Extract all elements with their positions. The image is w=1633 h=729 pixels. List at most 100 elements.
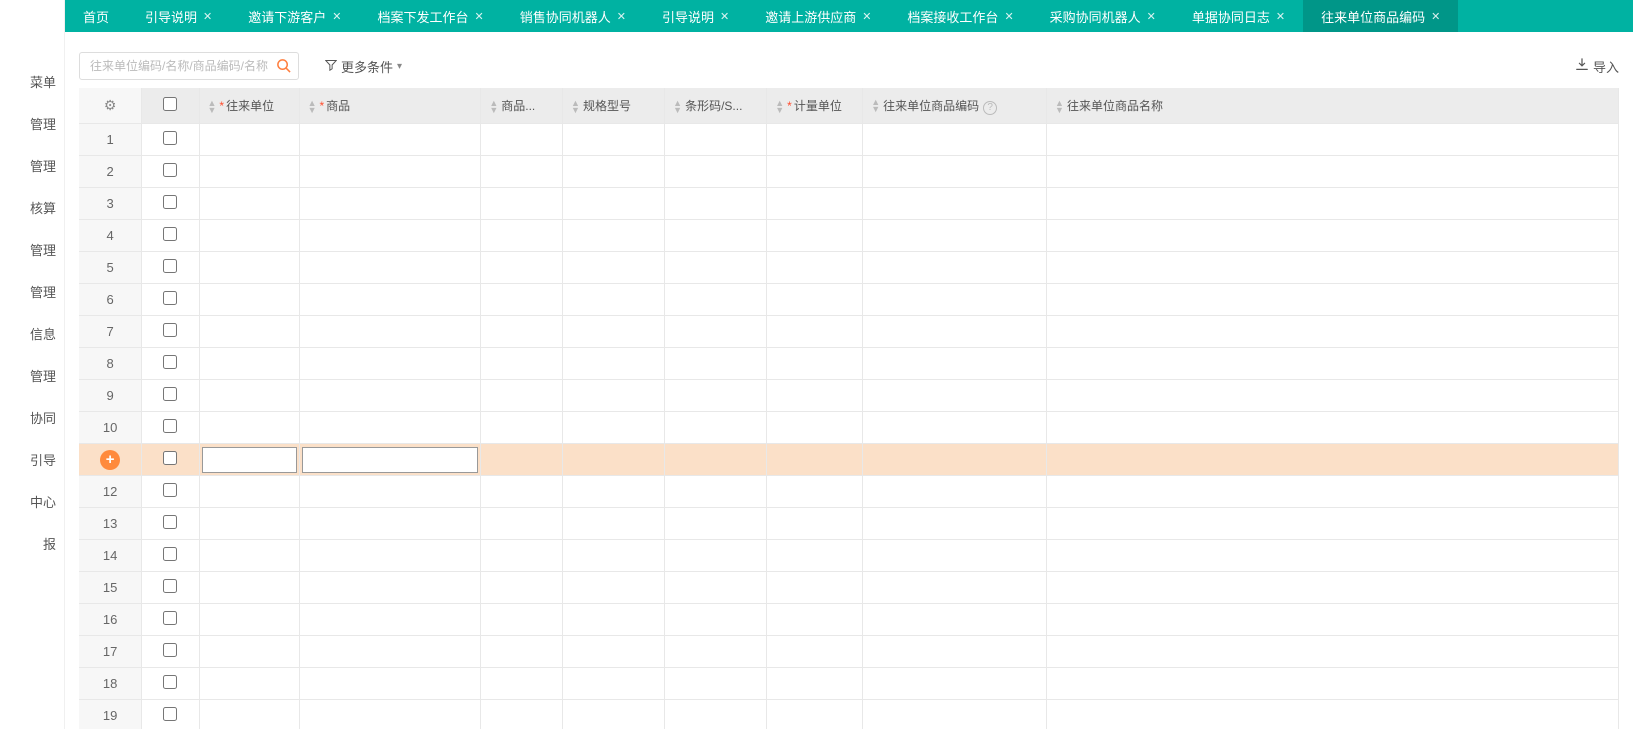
cell-spec[interactable] — [563, 124, 665, 156]
table-row[interactable]: 17 — [79, 636, 1619, 668]
cell-barcode[interactable] — [665, 668, 767, 700]
cell-barcode[interactable] — [665, 444, 767, 476]
cell-unit[interactable] — [767, 188, 863, 220]
cell-code[interactable] — [863, 668, 1047, 700]
cell-barcode[interactable] — [665, 124, 767, 156]
tab-close-icon[interactable]: ✕ — [475, 10, 484, 23]
cell-corp[interactable] — [200, 444, 300, 476]
cell-gear[interactable]: 12 — [79, 476, 142, 508]
row-checkbox[interactable] — [163, 451, 177, 465]
cell-prod[interactable] — [300, 380, 482, 412]
cell-barcode[interactable] — [665, 508, 767, 540]
cell-chk[interactable] — [142, 444, 199, 476]
cell-corp[interactable] — [200, 188, 300, 220]
cell-corp[interactable] — [200, 572, 300, 604]
cell-code[interactable] — [863, 316, 1047, 348]
cell-pextra[interactable] — [481, 412, 563, 444]
cell-unit[interactable] — [767, 252, 863, 284]
cell-prod[interactable] — [300, 252, 482, 284]
tab-close-icon[interactable]: ✕ — [862, 10, 871, 23]
select-all-checkbox[interactable] — [163, 97, 177, 111]
cell-unit[interactable] — [767, 476, 863, 508]
cell-code[interactable] — [863, 476, 1047, 508]
cell-name[interactable] — [1047, 700, 1619, 729]
cell-name[interactable] — [1047, 188, 1619, 220]
cell-spec[interactable] — [563, 572, 665, 604]
tab-close-icon[interactable]: ✕ — [203, 10, 212, 23]
cell-corp[interactable] — [200, 636, 300, 668]
cell-gear[interactable]: 18 — [79, 668, 142, 700]
cell-barcode[interactable] — [665, 220, 767, 252]
cell-barcode[interactable] — [665, 700, 767, 729]
cell-gear[interactable]: 17 — [79, 636, 142, 668]
cell-prod[interactable] — [300, 124, 482, 156]
row-checkbox[interactable] — [163, 355, 177, 369]
table-row[interactable]: 12 — [79, 476, 1619, 508]
row-checkbox[interactable] — [163, 483, 177, 497]
cell-code[interactable] — [863, 284, 1047, 316]
cell-spec[interactable] — [563, 476, 665, 508]
cell-corp[interactable] — [200, 412, 300, 444]
cell-gear[interactable]: 4 — [79, 220, 142, 252]
sidebar-item-0[interactable]: 菜单 — [0, 60, 64, 102]
sidebar-item-3[interactable]: 核算 — [0, 186, 64, 228]
cell-prod[interactable] — [300, 668, 482, 700]
cell-unit[interactable] — [767, 124, 863, 156]
cell-barcode[interactable] — [665, 156, 767, 188]
cell-corp[interactable] — [200, 316, 300, 348]
cell-name[interactable] — [1047, 156, 1619, 188]
sidebar-item-9[interactable]: 引导 — [0, 438, 64, 480]
cell-chk[interactable] — [142, 508, 199, 540]
cell-corp[interactable] — [200, 284, 300, 316]
cell-gear[interactable]: 9 — [79, 380, 142, 412]
cell-pextra[interactable] — [481, 156, 563, 188]
cell-code[interactable] — [863, 124, 1047, 156]
cell-chk[interactable] — [142, 412, 199, 444]
cell-chk[interactable] — [142, 380, 199, 412]
cell-prod[interactable] — [300, 604, 482, 636]
cell-chk[interactable] — [142, 156, 199, 188]
cell-barcode[interactable] — [665, 188, 767, 220]
cell-barcode[interactable] — [665, 636, 767, 668]
table-row[interactable]: 6 — [79, 284, 1619, 316]
cell-pextra[interactable] — [481, 284, 563, 316]
cell-code[interactable] — [863, 156, 1047, 188]
row-checkbox[interactable] — [163, 675, 177, 689]
cell-unit[interactable] — [767, 316, 863, 348]
cell-name[interactable] — [1047, 348, 1619, 380]
cell-pextra[interactable] — [481, 668, 563, 700]
cell-gear[interactable]: 19 — [79, 700, 142, 729]
cell-code[interactable] — [863, 700, 1047, 729]
cell-pextra[interactable] — [481, 572, 563, 604]
cell-code[interactable] — [863, 380, 1047, 412]
cell-corp[interactable] — [200, 348, 300, 380]
cell-code[interactable] — [863, 508, 1047, 540]
col-spec[interactable]: ▲▼规格型号 — [563, 88, 665, 124]
cell-name[interactable] — [1047, 572, 1619, 604]
cell-spec[interactable] — [563, 380, 665, 412]
cell-barcode[interactable] — [665, 412, 767, 444]
tab-close-icon[interactable]: ✕ — [1004, 10, 1013, 23]
row-checkbox[interactable] — [163, 419, 177, 433]
cell-unit[interactable] — [767, 348, 863, 380]
table-row[interactable]: 3 — [79, 188, 1619, 220]
cell-gear[interactable]: 7 — [79, 316, 142, 348]
cell-pextra[interactable] — [481, 700, 563, 729]
cell-pextra[interactable] — [481, 508, 563, 540]
cell-gear[interactable]: 6 — [79, 284, 142, 316]
cell-pextra[interactable] — [481, 604, 563, 636]
cell-barcode[interactable] — [665, 348, 767, 380]
row-checkbox[interactable] — [163, 547, 177, 561]
row-checkbox[interactable] — [163, 515, 177, 529]
cell-name[interactable] — [1047, 604, 1619, 636]
tab-2[interactable]: 邀请下游客户✕ — [230, 0, 359, 32]
row-checkbox[interactable] — [163, 131, 177, 145]
table-row[interactable]: 16 — [79, 604, 1619, 636]
cell-name[interactable] — [1047, 316, 1619, 348]
cell-prod[interactable] — [300, 348, 482, 380]
row-checkbox[interactable] — [163, 259, 177, 273]
table-row[interactable]: 19 — [79, 700, 1619, 729]
table-row[interactable]: 7 — [79, 316, 1619, 348]
tab-close-icon[interactable]: ✕ — [617, 10, 626, 23]
gear-icon[interactable]: ⚙ — [104, 97, 117, 113]
